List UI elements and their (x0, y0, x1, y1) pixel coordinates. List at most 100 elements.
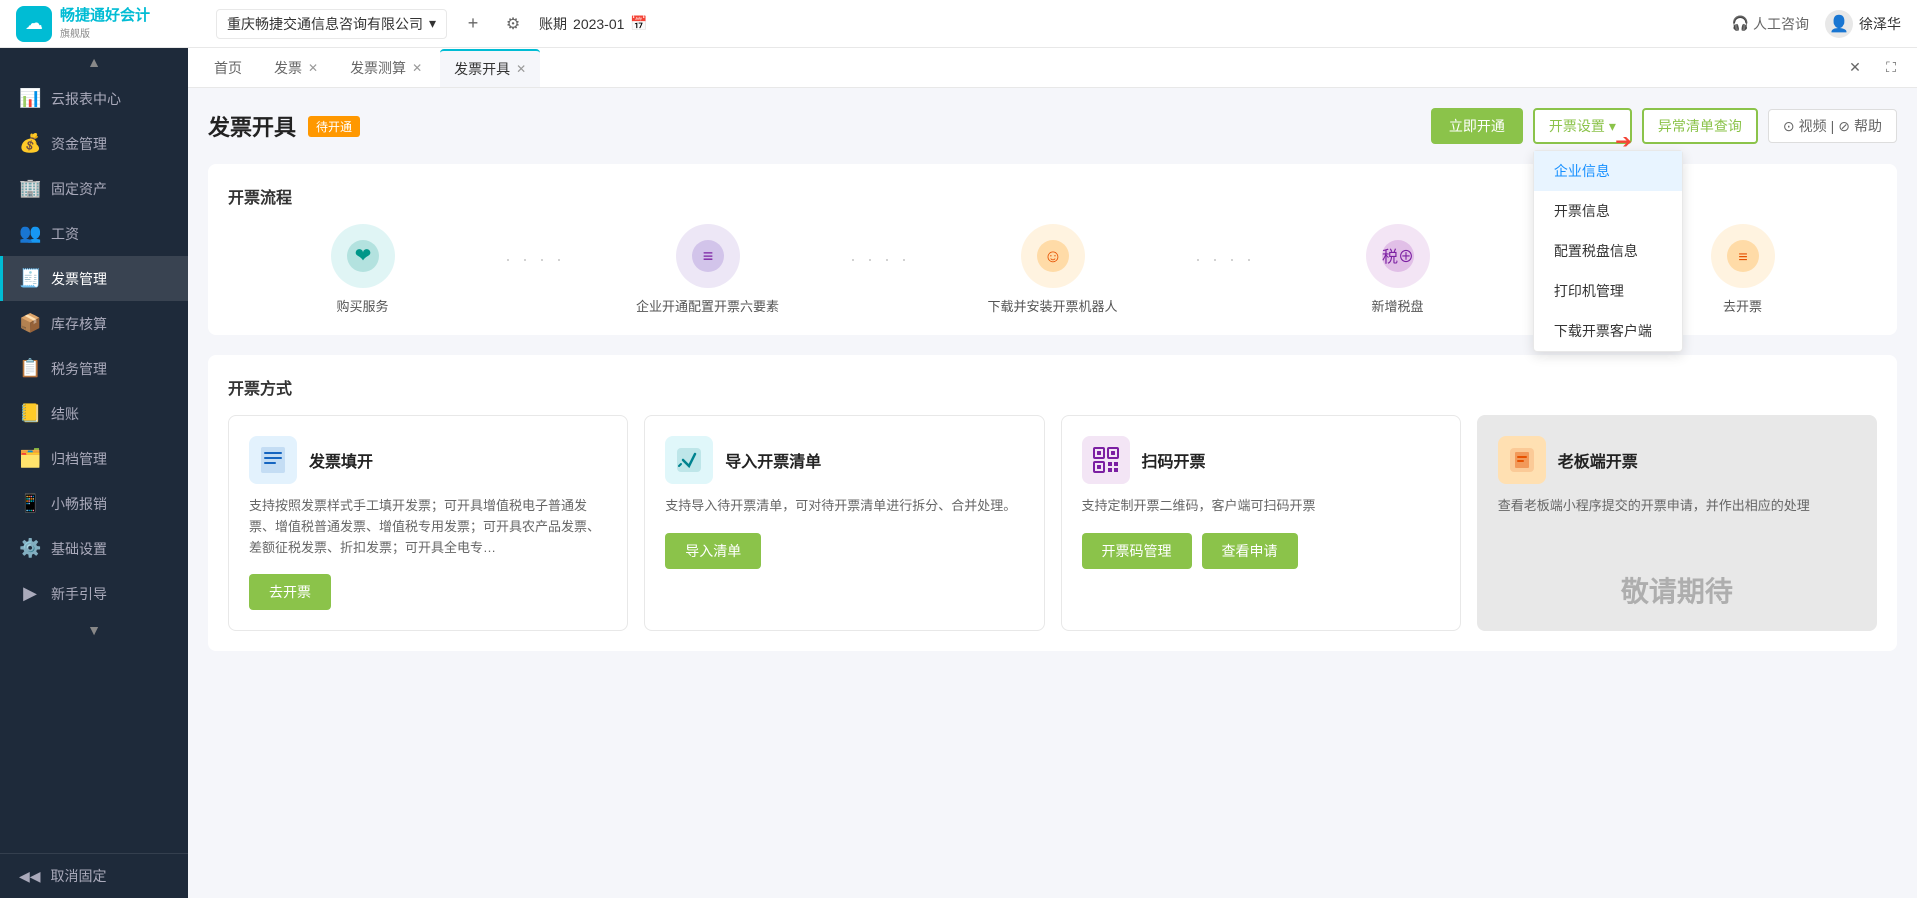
sidebar-scroll-up[interactable]: ▲ (0, 48, 188, 76)
step-3-icon: ☺ (1021, 224, 1085, 288)
tab-fapiaocesuan[interactable]: 发票测算 ✕ (336, 50, 436, 86)
add-company-button[interactable]: + (459, 10, 487, 38)
tab-restore-button[interactable]: ⛶ (1877, 54, 1905, 82)
gudingzichan-icon: 🏢 (19, 178, 41, 199)
sidebar-label-gudingzichan: 固定资产 (51, 179, 107, 199)
sidebar-label-guidang: 归档管理 (51, 449, 107, 469)
header-actions: 立即开通 开票设置 ▾ ➔ 企业信息 (1431, 108, 1897, 144)
sidebar-item-guidang[interactable]: 🗂️ 归档管理 (0, 436, 188, 481)
sidebar-label-xinshou: 新手引导 (51, 584, 107, 604)
jichushezhi-icon: ⚙️ (19, 538, 41, 559)
tab-fapiao-close[interactable]: ✕ (308, 61, 318, 75)
flow-step-4: 税⊕ 新增税盘 (1263, 224, 1532, 315)
jiezhang-icon: 📒 (19, 403, 41, 424)
logo-title: 畅捷通好会计 (60, 7, 150, 25)
method-import-desc: 支持导入待开票清单，可对待开票清单进行拆分、合并处理。 (665, 496, 1023, 517)
logo-text-area: 畅捷通好会计 旗舰版 (60, 7, 150, 40)
tab-fapiao-label: 发票 (274, 58, 302, 78)
sidebar-item-jiezhang[interactable]: 📒 结账 (0, 391, 188, 436)
sidebar-label-shuiwu: 税务管理 (51, 359, 107, 379)
sidebar-item-xinshou[interactable]: ▶ 新手引导 (0, 571, 188, 616)
dropdown-arrow-container: ➔ (1615, 129, 1632, 154)
sidebar: ▲ 📊 云报表中心 💰 资金管理 🏢 固定资产 👥 工资 🧾 发票管理 (0, 48, 188, 898)
method-scan-header: 扫码开票 (1082, 436, 1440, 484)
settings-label: 开票设置 (1549, 116, 1605, 136)
sidebar-label-quxiao: 取消固定 (51, 866, 107, 886)
page-header: 发票开具 待开通 立即开通 开票设置 ▾ ➔ (208, 108, 1897, 144)
dots-2: · · · · (850, 249, 910, 270)
guidang-icon: 🗂️ (19, 448, 41, 469)
tab-home[interactable]: 首页 (200, 50, 256, 86)
method-boss-icon (1498, 436, 1546, 484)
tab-close-button[interactable]: ✕ (1841, 54, 1869, 82)
sidebar-item-fapiao[interactable]: 🧾 发票管理 (0, 256, 188, 301)
tab-home-label: 首页 (214, 58, 242, 78)
sidebar-item-gudingzichan[interactable]: 🏢 固定资产 (0, 166, 188, 211)
activate-button[interactable]: 立即开通 (1431, 108, 1523, 144)
dropdown-item-invoice-info[interactable]: 开票信息 (1534, 191, 1682, 231)
scan-code-manage-button[interactable]: 开票码管理 (1082, 533, 1192, 569)
user-info[interactable]: 👤 徐泽华 (1825, 10, 1901, 38)
video-help-button[interactable]: ⊙ 视频 | ⊘ 帮助 (1768, 109, 1897, 143)
method-card-import: 导入开票清单 支持导入待开票清单，可对待开票清单进行拆分、合并处理。 导入清单 (644, 415, 1044, 631)
method-boss-title: 老板端开票 (1558, 448, 1638, 472)
help-label: 帮助 (1854, 116, 1882, 136)
import-list-button[interactable]: 导入清单 (665, 533, 761, 569)
sidebar-label-jiezhang: 结账 (51, 404, 79, 424)
sidebar-scroll-down[interactable]: ▼ (0, 616, 188, 644)
tab-fapiaocesuan-close[interactable]: ✕ (412, 61, 422, 75)
logo-badge: 旗舰版 (60, 25, 150, 40)
sidebar-item-shuiwu[interactable]: 📋 税务管理 (0, 346, 188, 391)
abnormal-button[interactable]: 异常清单查询 (1642, 108, 1758, 144)
tab-fapiaokaju-label: 发票开具 (454, 59, 510, 79)
svg-text:☺: ☺ (1043, 246, 1061, 266)
step-1-icon: ❤ (331, 224, 395, 288)
sidebar-item-zijin[interactable]: 💰 资金管理 (0, 121, 188, 166)
settings-dropdown-menu: ➔ 企业信息 开票信息 配置税盘信息 打印机管理 下载开票客户端 (1533, 150, 1683, 352)
flow-connector-2: · · · · (842, 249, 918, 270)
dots-1: · · · · (505, 249, 565, 270)
sidebar-item-jichushezhi[interactable]: ⚙️ 基础设置 (0, 526, 188, 571)
shuiwu-icon: 📋 (19, 358, 41, 379)
step-4-icon: 税⊕ (1366, 224, 1430, 288)
settings-button[interactable]: ⚙ (499, 10, 527, 38)
method-import-title: 导入开票清单 (725, 448, 821, 472)
status-badge: 待开通 (308, 116, 360, 137)
xinshou-icon: ▶ (19, 583, 41, 604)
sidebar-item-xiaochang[interactable]: 📱 小畅报销 (0, 481, 188, 526)
tab-fapiaokaju[interactable]: 发票开具 ✕ (440, 49, 540, 87)
tab-fapiaocesuan-label: 发票测算 (350, 58, 406, 78)
tab-fapiaokaju-close[interactable]: ✕ (516, 62, 526, 76)
dropdown-item-printer[interactable]: 打印机管理 (1534, 271, 1682, 311)
flow-connector-3: · · · · (1187, 249, 1263, 270)
step-5-label: 去开票 (1723, 296, 1762, 315)
sidebar-item-quxiao[interactable]: ◀◀ 取消固定 (0, 854, 188, 898)
sidebar-label-zijin: 资金管理 (51, 134, 107, 154)
company-selector[interactable]: 重庆畅捷交通信息咨询有限公司 ▾ (216, 9, 447, 39)
flow-connector-1: · · · · (497, 249, 573, 270)
tab-fapiao[interactable]: 发票 ✕ (260, 50, 332, 86)
fill-invoice-button[interactable]: 去开票 (249, 574, 331, 610)
step-2-label: 企业开通配置开票六要素 (636, 296, 779, 315)
kucun-icon: 📦 (19, 313, 41, 334)
sidebar-item-kucun[interactable]: 📦 库存核算 (0, 301, 188, 346)
tab-bar: 首页 发票 ✕ 发票测算 ✕ 发票开具 ✕ ✕ ⛶ (188, 48, 1917, 88)
support-button[interactable]: 🎧 人工咨询 (1732, 14, 1809, 34)
dropdown-item-download[interactable]: 下载开票客户端 (1534, 311, 1682, 351)
period-label: 账期 (539, 14, 567, 34)
step-4-label: 新增税盘 (1372, 296, 1424, 315)
video-label: 视频 (1799, 116, 1827, 136)
dropdown-item-enterprise[interactable]: 企业信息 (1534, 151, 1682, 191)
zijin-icon: 💰 (19, 133, 41, 154)
support-label: 人工咨询 (1753, 14, 1809, 34)
sidebar-label-jichushezhi: 基础设置 (51, 539, 107, 559)
sidebar-item-yunbao[interactable]: 📊 云报表中心 (0, 76, 188, 121)
scan-view-apply-button[interactable]: 查看申请 (1202, 533, 1298, 569)
flow-step-3: ☺ 下载并安装开票机器人 (918, 224, 1187, 315)
method-fill-icon (249, 436, 297, 484)
dropdown-item-tax-disk[interactable]: 配置税盘信息 (1534, 231, 1682, 271)
user-name: 徐泽华 (1859, 14, 1901, 34)
sidebar-item-gongzi[interactable]: 👥 工资 (0, 211, 188, 256)
gongzi-icon: 👥 (19, 223, 41, 244)
method-card-boss: 老板端开票 查看老板端小程序提交的开票申请，并作出相应的处理 敬请期待 (1477, 415, 1877, 631)
